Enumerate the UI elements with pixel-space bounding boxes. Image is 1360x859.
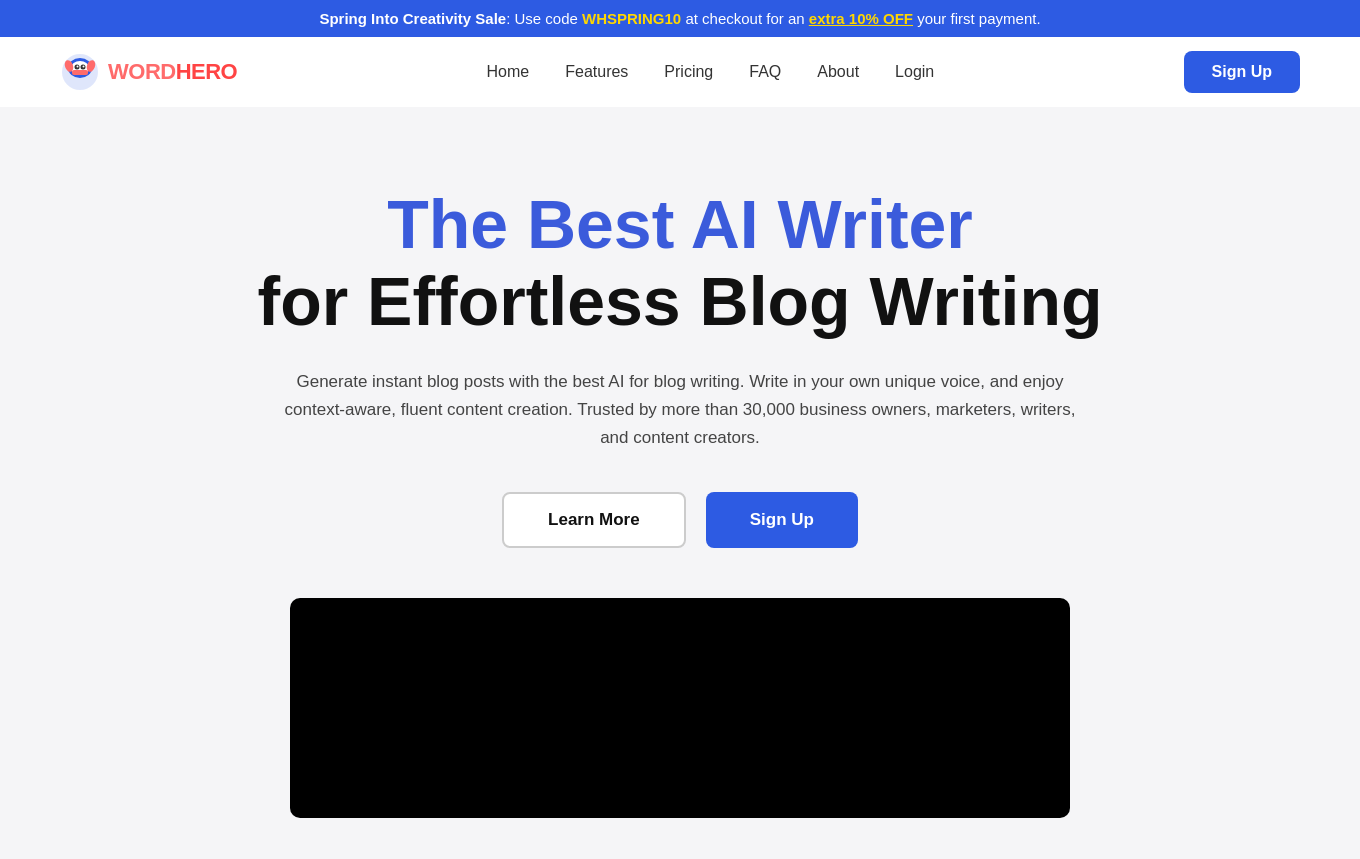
logo-text: WORDHERO [108,59,237,85]
nav-item-login[interactable]: Login [895,63,934,81]
nav-signup-button[interactable]: Sign Up [1184,51,1300,93]
learn-more-button[interactable]: Learn More [502,492,686,548]
nav-item-features[interactable]: Features [565,63,628,81]
nav-link-features[interactable]: Features [565,63,628,80]
hero-title: The Best AI Writer for Effortless Blog W… [20,187,1340,340]
announcement-end: your first payment. [913,10,1041,27]
logo[interactable]: WORDHERO [60,52,237,92]
nav-item-pricing[interactable]: Pricing [664,63,713,81]
announcement-suffix: at checkout for an [681,10,809,27]
nav-item-home[interactable]: Home [487,63,530,81]
nav-links: Home Features Pricing FAQ About Login [487,63,935,81]
hero-title-line1: The Best AI Writer [20,187,1340,262]
announcement-middle: : Use code [506,10,582,27]
hero-title-line2: for Effortless Blog Writing [20,262,1340,340]
announcement-code: WHSPRING10 [582,10,681,27]
hero-section: The Best AI Writer for Effortless Blog W… [0,107,1360,859]
nav-link-login[interactable]: Login [895,63,934,80]
announcement-highlight: extra 10% OFF [809,10,913,27]
hero-buttons: Learn More Sign Up [20,492,1340,548]
announcement-banner: Spring Into Creativity Sale: Use code WH… [0,0,1360,37]
nav-right: Sign Up [1184,51,1300,93]
announcement-prefix: Spring Into Creativity Sale [319,10,506,27]
hero-subtitle: Generate instant blog posts with the bes… [270,368,1090,452]
navbar: WORDHERO Home Features Pricing FAQ About… [0,37,1360,107]
svg-point-5 [77,66,79,68]
nav-link-about[interactable]: About [817,63,859,80]
nav-link-home[interactable]: Home [487,63,530,80]
nav-link-faq[interactable]: FAQ [749,63,781,80]
hero-signup-button[interactable]: Sign Up [706,492,858,548]
svg-point-6 [83,66,85,68]
logo-icon [60,52,100,92]
nav-item-faq[interactable]: FAQ [749,63,781,81]
nav-link-pricing[interactable]: Pricing [664,63,713,80]
demo-video-area[interactable] [290,598,1070,818]
nav-item-about[interactable]: About [817,63,859,81]
svg-rect-7 [72,70,88,75]
